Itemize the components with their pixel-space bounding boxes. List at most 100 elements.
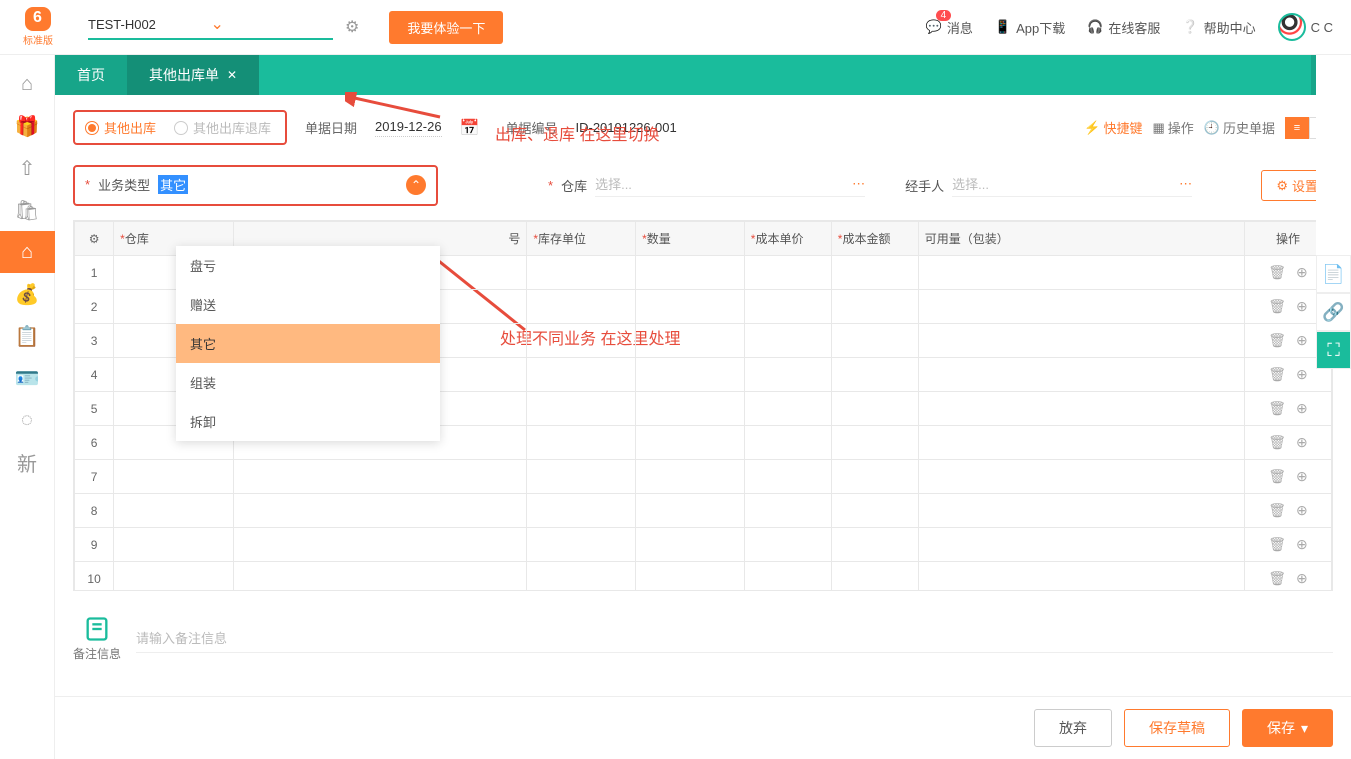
nav-gift-icon[interactable]: 🎁 [0,105,55,147]
col-cost-amount: *成本金额 [831,222,918,256]
add-icon[interactable]: ⊕ [1296,502,1308,518]
delete-icon[interactable]: 🗑 [1268,434,1286,450]
delete-icon[interactable]: 🗑 [1268,468,1286,484]
abandon-button[interactable]: 放弃 [1034,709,1112,747]
support-button[interactable]: 🎧 在线客服 [1087,18,1160,37]
org-select[interactable]: TEST-H002 ⌄ [88,14,333,40]
col-cost-price: *成本单价 [744,222,831,256]
nav-bag-icon[interactable]: 🛍 [0,189,55,231]
date-value[interactable]: 2019-12-26 [375,119,442,137]
add-icon[interactable]: ⊕ [1296,536,1308,552]
delete-icon[interactable]: 🗑 [1268,570,1286,586]
tab-home[interactable]: 首页 [55,55,127,95]
table-row[interactable]: 7🗑⊕ [75,460,1332,494]
remark-section: 备注信息 [73,605,1333,672]
message-icon: 💬 [926,19,942,35]
expand-icon[interactable]: ⛶ [1316,331,1351,369]
radio-dot-icon [174,121,188,135]
nav-warehouse-icon[interactable]: ⌂ [0,231,55,273]
dd-item-disassemble[interactable]: 拆卸 [176,402,440,441]
date-label: 单据日期 [305,118,357,137]
radio-return[interactable]: 其他出库退库 [174,118,271,137]
delete-icon[interactable]: 🗑 [1268,264,1286,280]
delete-icon[interactable]: 🗑 [1268,502,1286,518]
messages-button[interactable]: 💬 消息 4 [926,18,973,37]
remark-input[interactable] [136,625,1333,653]
nav-home-icon[interactable]: ⌂ [0,63,55,105]
messages-badge: 4 [936,10,952,21]
nav-new-icon[interactable]: 新 [0,441,55,483]
dd-item-gift[interactable]: 赠送 [176,285,440,324]
grid-icon: ▦ [1152,120,1164,136]
warehouse-label: 仓库 [561,176,587,195]
gear-icon: ⚙ [89,232,100,246]
add-icon[interactable]: ⊕ [1296,434,1308,450]
add-icon[interactable]: ⊕ [1296,366,1308,382]
table-row[interactable]: 9🗑⊕ [75,528,1332,562]
app-download-button[interactable]: 📱 App下载 [995,18,1065,37]
col-avail: 可用量（包装） [918,222,1244,256]
history-link[interactable]: 🕘历史单据 [1204,118,1275,137]
chevron-up-icon[interactable]: ⌃ [406,175,426,195]
col-gear[interactable]: ⚙ [75,222,114,256]
table-row[interactable]: 10🗑⊕ [75,562,1332,592]
more-icon[interactable]: ⋯ [852,176,865,192]
headset-icon: 🎧 [1087,19,1103,35]
dd-item-loss[interactable]: 盘亏 [176,246,440,285]
ops-link[interactable]: ▦操作 [1152,118,1193,137]
right-tools: 📄 🔗 ⛶ [1316,55,1351,369]
warehouse-select[interactable]: 选择... ⋯ [595,174,865,197]
nav-clipboard-icon[interactable]: 📋 [0,315,55,357]
add-icon[interactable]: ⊕ [1296,400,1308,416]
radio-outbound[interactable]: 其他出库 [85,118,156,137]
handler-select[interactable]: 选择... ⋯ [952,174,1192,197]
link-icon[interactable]: 🔗 [1316,293,1351,331]
footer: 放弃 保存草稿 保存▾ [55,696,1351,759]
delete-icon[interactable]: 🗑 [1268,400,1286,416]
nav-money-icon[interactable]: 💰 [0,273,55,315]
gear-icon[interactable]: ⚙ [345,17,359,37]
close-icon[interactable]: ✕ [227,68,237,82]
dd-item-other[interactable]: 其它 [176,324,440,363]
tabs: 首页 其他出库单 ✕ ✕ [55,55,1351,95]
logo[interactable]: 标准版 [18,7,58,47]
calendar-icon[interactable]: 📅 [460,118,480,138]
user-menu[interactable]: C C [1278,13,1333,41]
add-icon[interactable]: ⊕ [1296,570,1308,586]
shortcut-link[interactable]: ⚡快捷键 [1084,118,1142,137]
help-icon: ❔ [1182,19,1198,35]
left-nav: ⌂ 🎁 ⇧ 🛍 ⌂ 💰 📋 🪪 ◌ 新 [0,55,55,759]
add-icon[interactable]: ⊕ [1296,468,1308,484]
save-draft-button[interactable]: 保存草稿 [1124,709,1230,747]
biz-type-label: 业务类型 [98,175,150,194]
view-list[interactable]: ≡ [1285,117,1309,139]
phone-icon: 📱 [995,19,1011,35]
add-icon[interactable]: ⊕ [1296,332,1308,348]
avatar [1278,13,1306,41]
shortcut-icon: ⚡ [1084,120,1100,136]
delete-icon[interactable]: 🗑 [1268,298,1286,314]
chevron-down-icon: ▾ [1301,720,1308,737]
chevron-down-icon: ⌄ [211,14,334,34]
biz-type-value[interactable]: 其它 [158,175,188,194]
more-icon[interactable]: ⋯ [1179,176,1192,192]
delete-icon[interactable]: 🗑 [1268,332,1286,348]
top-right: 💬 消息 4 📱 App下载 🎧 在线客服 ❔ 帮助中心 C C [926,13,1333,41]
nav-nodes-icon[interactable]: ◌ [0,399,55,441]
biz-type-dropdown: 盘亏 赠送 其它 组装 拆卸 [176,246,440,441]
experience-button[interactable]: 我要体验一下 [389,11,503,44]
delete-icon[interactable]: 🗑 [1268,536,1286,552]
dd-item-assemble[interactable]: 组装 [176,363,440,402]
doc-icon[interactable]: 📄 [1316,255,1351,293]
col-unit: *库存单位 [527,222,636,256]
radio-dot-icon [85,121,99,135]
help-button[interactable]: ❔ 帮助中心 [1182,18,1255,37]
nav-upload-icon[interactable]: ⇧ [0,147,55,189]
delete-icon[interactable]: 🗑 [1268,366,1286,382]
table-row[interactable]: 8🗑⊕ [75,494,1332,528]
add-icon[interactable]: ⊕ [1296,298,1308,314]
tab-other-outbound[interactable]: 其他出库单 ✕ [127,55,259,95]
save-button[interactable]: 保存▾ [1242,709,1333,747]
nav-id-icon[interactable]: 🪪 [0,357,55,399]
add-icon[interactable]: ⊕ [1296,264,1308,280]
